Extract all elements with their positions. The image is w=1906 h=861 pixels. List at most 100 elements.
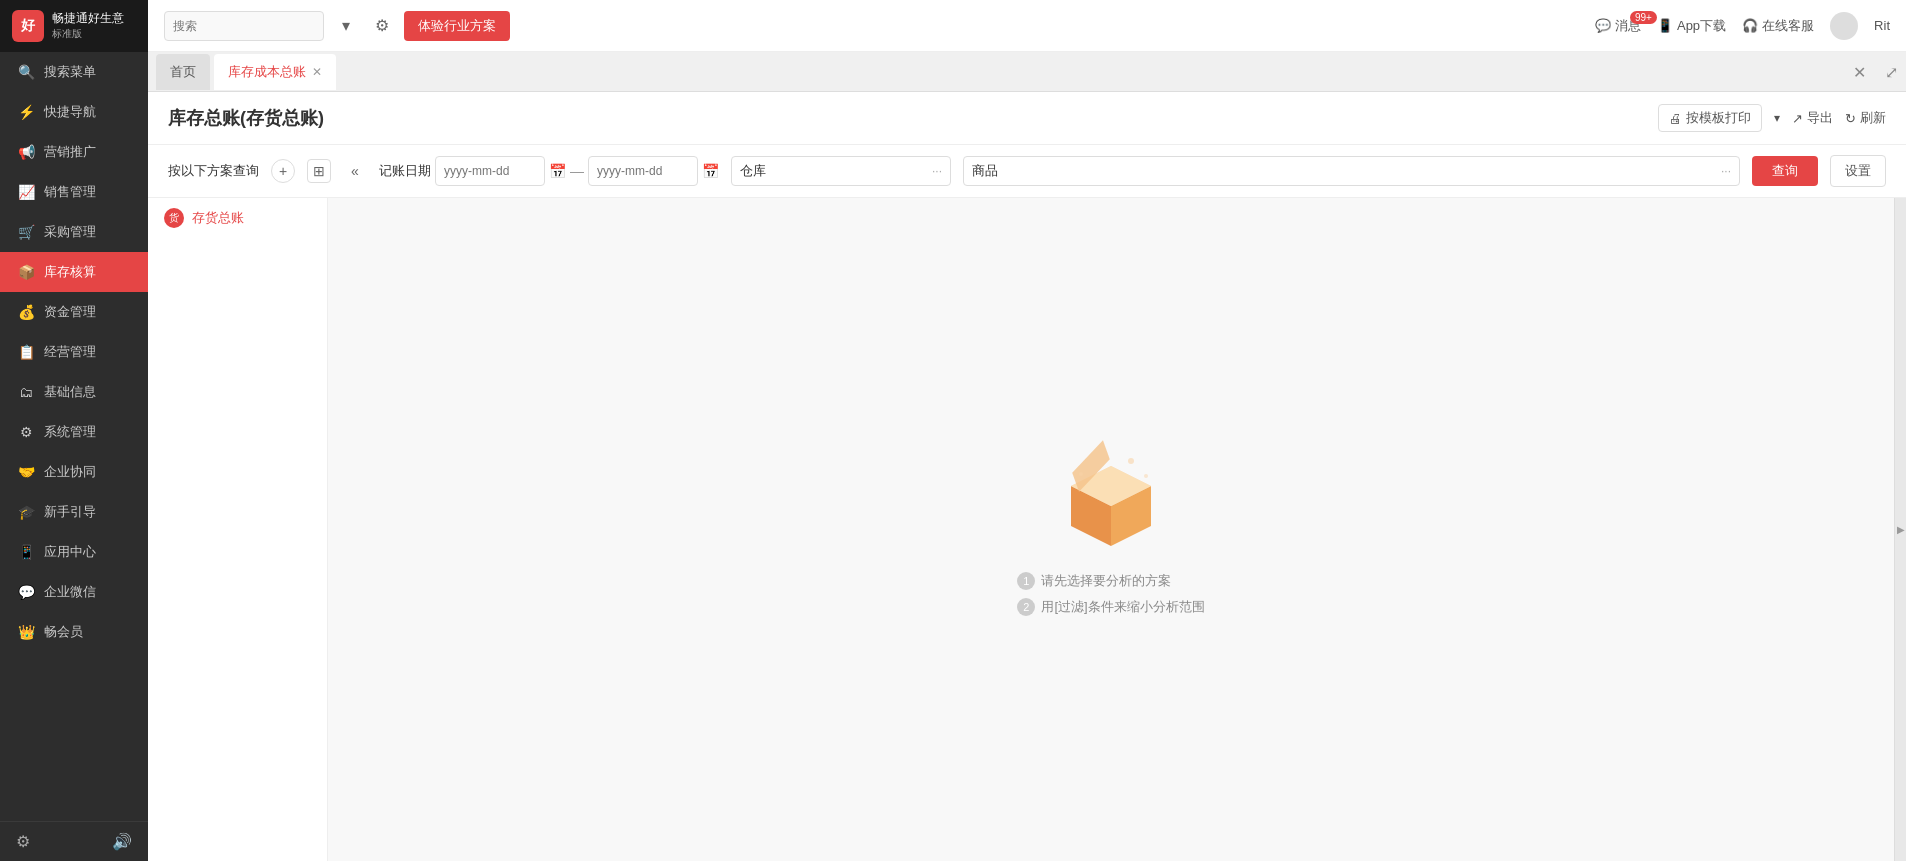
hint-number-2: 2 (1017, 598, 1035, 616)
export-label: 导出 (1807, 109, 1833, 127)
sidebar-item-system[interactable]: ⚙ 系统管理 (0, 412, 148, 452)
sidebar-item-label: 销售管理 (44, 183, 96, 201)
filter-date-group: 记账日期 📅 — 📅 (379, 156, 719, 186)
inventory-icon: 📦 (16, 262, 36, 282)
filter-label: 按以下方案查询 (168, 162, 259, 180)
industry-button[interactable]: 体验行业方案 (404, 11, 510, 41)
export-icon: ↗ (1792, 111, 1803, 126)
sidebar-item-finance[interactable]: 💰 资金管理 (0, 292, 148, 332)
tabbar-close-button[interactable]: ✕ (1853, 62, 1866, 81)
tab-home[interactable]: 首页 (156, 54, 210, 90)
user-avatar[interactable] (1830, 12, 1858, 40)
scheme-item-goods-ledger[interactable]: 货 存货总账 (148, 198, 327, 238)
refresh-label: 刷新 (1860, 109, 1886, 127)
purchase-icon: 🛒 (16, 222, 36, 242)
svg-point-7 (1079, 472, 1083, 476)
app-logo-icon: 好 (12, 10, 44, 42)
apps-icon: 📱 (16, 542, 36, 562)
sidebar-item-label: 企业协同 (44, 463, 96, 481)
scheme-panel: 货 存货总账 (148, 198, 328, 861)
message-badge: 99+ (1630, 11, 1657, 24)
message-icon: 💬 (1595, 18, 1611, 33)
audio-bottom-icon[interactable]: 🔊 (112, 832, 132, 851)
sidebar-item-purchase[interactable]: 🛒 采购管理 (0, 212, 148, 252)
sidebar-item-apps[interactable]: 📱 应用中心 (0, 532, 148, 572)
sidebar-item-member[interactable]: 👑 畅会员 (0, 612, 148, 652)
filter-date-start-input[interactable] (435, 156, 545, 186)
sidebar-item-operation[interactable]: 📋 经营管理 (0, 332, 148, 372)
sidebar-item-marketing[interactable]: 📢 营销推广 (0, 132, 148, 172)
sales-icon: 📈 (16, 182, 36, 202)
wechat-icon: 💬 (16, 582, 36, 602)
search-dropdown-icon[interactable]: ▾ (332, 12, 360, 40)
settings-bottom-icon[interactable]: ⚙ (16, 832, 30, 851)
tabbar-expand-icon[interactable]: ⤢ (1885, 62, 1898, 81)
topbar-message[interactable]: 💬 消息 99+ (1595, 17, 1641, 35)
sidebar: 好 畅捷通好生意 标准版 🔍 搜索菜单 ⚡ 快捷导航 📢 营销推广 📈 销售管理… (0, 0, 148, 861)
sidebar-item-inventory[interactable]: 📦 库存核算 (0, 252, 148, 292)
sidebar-item-corp[interactable]: 🤝 企业协同 (0, 452, 148, 492)
sidebar-item-label: 营销推广 (44, 143, 96, 161)
filter-collapse-icon[interactable]: « (343, 159, 367, 183)
scheme-goods-ledger-label: 存货总账 (192, 209, 244, 227)
topbar-right: 💬 消息 99+ 📱 App下载 🎧 在线客服 Rit (1595, 12, 1890, 40)
topbar-app-download[interactable]: 📱 App下载 (1657, 17, 1726, 35)
sidebar-item-label: 搜索菜单 (44, 63, 96, 81)
sidebar-item-guide[interactable]: 🎓 新手引导 (0, 492, 148, 532)
app-name: 畅捷通好生意 (52, 11, 124, 27)
sidebar-item-basic[interactable]: 🗂 基础信息 (0, 372, 148, 412)
tab-inventory-ledger-label: 库存成本总账 (228, 63, 306, 81)
calendar-end-icon[interactable]: 📅 (702, 163, 719, 179)
filter-query-button[interactable]: 查询 (1752, 156, 1818, 186)
scheme-goods-ledger-icon: 货 (164, 208, 184, 228)
print-dropdown-icon[interactable]: ▾ (1774, 111, 1780, 125)
guide-icon: 🎓 (16, 502, 36, 522)
operation-icon: 📋 (16, 342, 36, 362)
topbar-gear-icon[interactable]: ⚙ (368, 12, 396, 40)
product-more-icon: ··· (1721, 164, 1731, 178)
sidebar-item-label: 新手引导 (44, 503, 96, 521)
filter-date-end-input[interactable] (588, 156, 698, 186)
warehouse-more-icon: ··· (932, 164, 942, 178)
tab-close-icon[interactable]: ✕ (312, 65, 322, 79)
svg-point-6 (1144, 474, 1148, 478)
empty-state: 1 请先选择要分析的方案 2 用[过滤]条件来缩小分析范围 (1017, 436, 1204, 624)
filter-product-select[interactable]: 商品 ··· (963, 156, 1740, 186)
print-button[interactable]: 🖨 按模板打印 (1658, 104, 1762, 132)
filter-warehouse-select[interactable]: 仓库 ··· (731, 156, 951, 186)
filter-product-label: 商品 (972, 162, 998, 180)
shortcut-icon: ⚡ (16, 102, 36, 122)
sidebar-item-shortcut[interactable]: ⚡ 快捷导航 (0, 92, 148, 132)
finance-icon: 💰 (16, 302, 36, 322)
refresh-icon: ↻ (1845, 111, 1856, 126)
filter-settings-button[interactable]: 设置 (1830, 155, 1886, 187)
search-input[interactable] (164, 11, 324, 41)
sidebar-scroll: 🔍 搜索菜单 ⚡ 快捷导航 📢 营销推广 📈 销售管理 🛒 采购管理 📦 库存核… (0, 52, 148, 821)
empty-box-svg (1051, 436, 1171, 556)
tab-inventory-ledger[interactable]: 库存成本总账 ✕ (214, 54, 336, 90)
calendar-start-icon[interactable]: 📅 (549, 163, 566, 179)
refresh-button[interactable]: ↻ 刷新 (1845, 109, 1886, 127)
export-button[interactable]: ↗ 导出 (1792, 109, 1833, 127)
right-panel-toggle[interactable]: ▶ (1894, 198, 1906, 861)
sidebar-item-wechat[interactable]: 💬 企业微信 (0, 572, 148, 612)
sidebar-item-label: 应用中心 (44, 543, 96, 561)
corp-icon: 🤝 (16, 462, 36, 482)
sidebar-item-sales[interactable]: 📈 销售管理 (0, 172, 148, 212)
svg-point-5 (1128, 458, 1134, 464)
filter-scheme-icon[interactable]: ⊞ (307, 159, 331, 183)
print-icon: 🖨 (1669, 111, 1682, 126)
topbar: ▾ ⚙ 体验行业方案 💬 消息 99+ 📱 App下载 🎧 在线客服 Rit (148, 0, 1906, 52)
sidebar-item-search[interactable]: 🔍 搜索菜单 (0, 52, 148, 92)
filter-warehouse-label: 仓库 (740, 162, 766, 180)
right-toggle-icon: ▶ (1897, 524, 1905, 535)
sidebar-item-label: 系统管理 (44, 423, 96, 441)
sidebar-bottom: ⚙ 🔊 (0, 821, 148, 861)
topbar-online-support[interactable]: 🎧 在线客服 (1742, 17, 1814, 35)
topbar-left: ▾ ⚙ 体验行业方案 (164, 11, 1595, 41)
sidebar-item-label: 快捷导航 (44, 103, 96, 121)
system-icon: ⚙ (16, 422, 36, 442)
hint-number-1: 1 (1017, 572, 1035, 590)
page-header: 库存总账(存货总账) 🖨 按模板打印 ▾ ↗ 导出 ↻ 刷新 (148, 92, 1906, 145)
filter-add-button[interactable]: + (271, 159, 295, 183)
